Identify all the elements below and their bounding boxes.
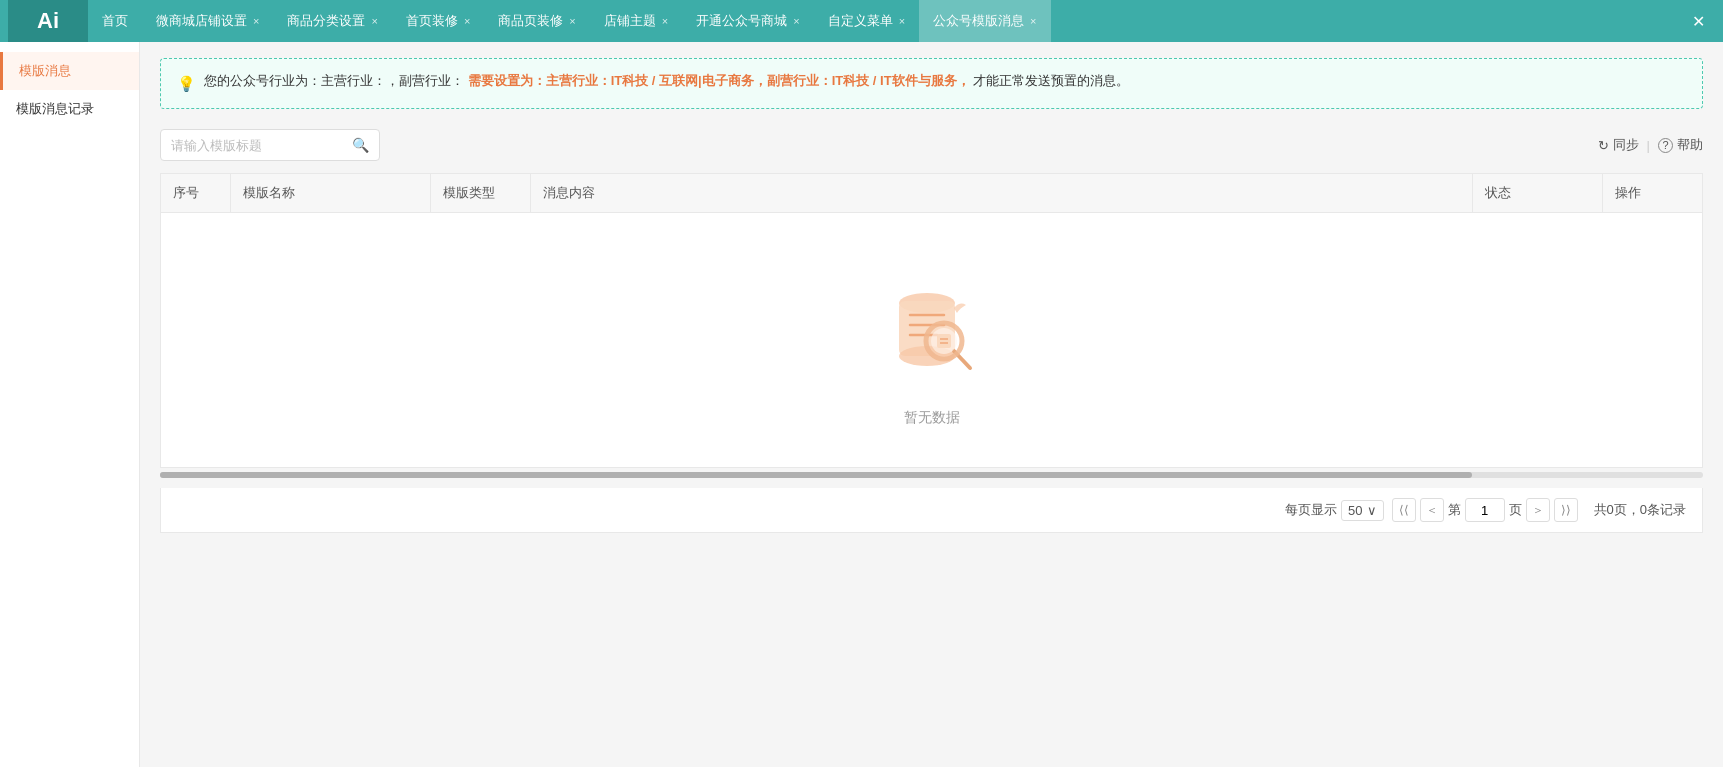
nav-tab-home[interactable]: 首页	[88, 0, 142, 42]
toolbar-right: ↻ 同步 | ? 帮助	[1598, 136, 1703, 154]
nav-tab-custom-menu[interactable]: 自定义菜单 ×	[814, 0, 919, 42]
first-page-button[interactable]: ⟨⟨	[1392, 498, 1416, 522]
sidebar-item-template-msg-record[interactable]: 模版消息记录	[0, 90, 139, 128]
next-page-button[interactable]: ＞	[1526, 498, 1550, 522]
table-header-row: 序号 模版名称 模版类型 消息内容 状态 操作	[161, 174, 1703, 213]
col-actions: 操作	[1603, 174, 1703, 213]
scrollbar-thumb[interactable]	[160, 472, 1472, 478]
prev-page-button[interactable]: ＜	[1420, 498, 1444, 522]
close-tab-category-settings[interactable]: ×	[371, 15, 377, 27]
close-tab-custom-menu[interactable]: ×	[899, 15, 905, 27]
pagination-bar: 每页显示 50 ∨ ⟨⟨ ＜ 第 页 ＞ ⟩⟩ 共0页，0条记录	[160, 488, 1703, 533]
content-area: 💡 您的公众号行业为：主营行业：，副营行业： 需要设置为：主营行业：IT科技 /…	[140, 42, 1723, 767]
close-tab-product-decor[interactable]: ×	[569, 15, 575, 27]
col-content: 消息内容	[531, 174, 1473, 213]
alert-text: 您的公众号行业为：主营行业：，副营行业： 需要设置为：主营行业：IT科技 / 互…	[204, 71, 1129, 92]
nav-tab-open-mall[interactable]: 开通公众号商城 ×	[682, 0, 813, 42]
sync-button[interactable]: ↻ 同步	[1598, 136, 1639, 154]
chevron-down-icon: ∨	[1367, 503, 1377, 518]
page-nav: ⟨⟨ ＜ 第 页 ＞ ⟩⟩	[1392, 498, 1578, 522]
nav-tab-home-decor[interactable]: 首页装修 ×	[392, 0, 484, 42]
nav-tab-template-msg[interactable]: 公众号模版消息 ×	[919, 0, 1050, 42]
close-tab-store-settings[interactable]: ×	[253, 15, 259, 27]
col-type: 模版类型	[431, 174, 531, 213]
top-navigation: Ai 首页 微商城店铺设置 × 商品分类设置 × 首页装修 × 商品页装修 × …	[0, 0, 1723, 42]
col-name: 模版名称	[231, 174, 431, 213]
close-tab-store-theme[interactable]: ×	[662, 15, 668, 27]
alert-notice: 💡 您的公众号行业为：主营行业：，副营行业： 需要设置为：主营行业：IT科技 /…	[160, 58, 1703, 109]
search-icon[interactable]: 🔍	[352, 137, 369, 153]
col-seq: 序号	[161, 174, 231, 213]
search-input-wrap[interactable]: 🔍	[160, 129, 380, 161]
nav-tab-category-settings[interactable]: 商品分类设置 ×	[273, 0, 391, 42]
col-status: 状态	[1473, 174, 1603, 213]
nav-tab-store-settings[interactable]: 微商城店铺设置 ×	[142, 0, 273, 42]
nav-tab-store-theme[interactable]: 店铺主题 ×	[590, 0, 682, 42]
page-size-select: 每页显示 50 ∨	[1285, 500, 1383, 521]
main-layout: 模版消息 模版消息记录 💡 您的公众号行业为：主营行业：，副营行业： 需要设置为…	[0, 42, 1723, 767]
page-size-dropdown[interactable]: 50 ∨	[1341, 500, 1383, 521]
alert-icon: 💡	[177, 72, 196, 96]
toolbar-divider: |	[1647, 138, 1650, 153]
search-bar: 🔍 ↻ 同步 | ? 帮助	[160, 129, 1703, 161]
empty-state: 暂无数据	[161, 213, 1702, 467]
empty-text: 暂无数据	[161, 409, 1702, 427]
svg-rect-9	[937, 334, 951, 348]
sidebar-item-template-msg[interactable]: 模版消息	[0, 52, 139, 90]
sidebar: 模版消息 模版消息记录	[0, 42, 140, 767]
sync-icon: ↻	[1598, 138, 1609, 153]
nav-tab-product-decor[interactable]: 商品页装修 ×	[484, 0, 589, 42]
horizontal-scrollbar[interactable]	[160, 472, 1703, 478]
current-page-input[interactable]	[1465, 498, 1505, 522]
last-page-button[interactable]: ⟩⟩	[1554, 498, 1578, 522]
close-all-tabs-button[interactable]: ✕	[1682, 12, 1715, 31]
close-tab-home-decor[interactable]: ×	[464, 15, 470, 27]
close-tab-template-msg[interactable]: ×	[1030, 15, 1036, 27]
data-table: 序号 模版名称 模版类型 消息内容 状态 操作	[160, 173, 1703, 468]
close-tab-open-mall[interactable]: ×	[793, 15, 799, 27]
empty-state-row: 暂无数据	[161, 213, 1703, 468]
total-info: 共0页，0条记录	[1594, 501, 1686, 519]
help-button[interactable]: ? 帮助	[1658, 136, 1703, 154]
empty-illustration	[872, 273, 992, 393]
help-icon: ?	[1658, 138, 1673, 153]
search-input[interactable]	[171, 138, 352, 153]
app-logo: Ai	[8, 0, 88, 42]
